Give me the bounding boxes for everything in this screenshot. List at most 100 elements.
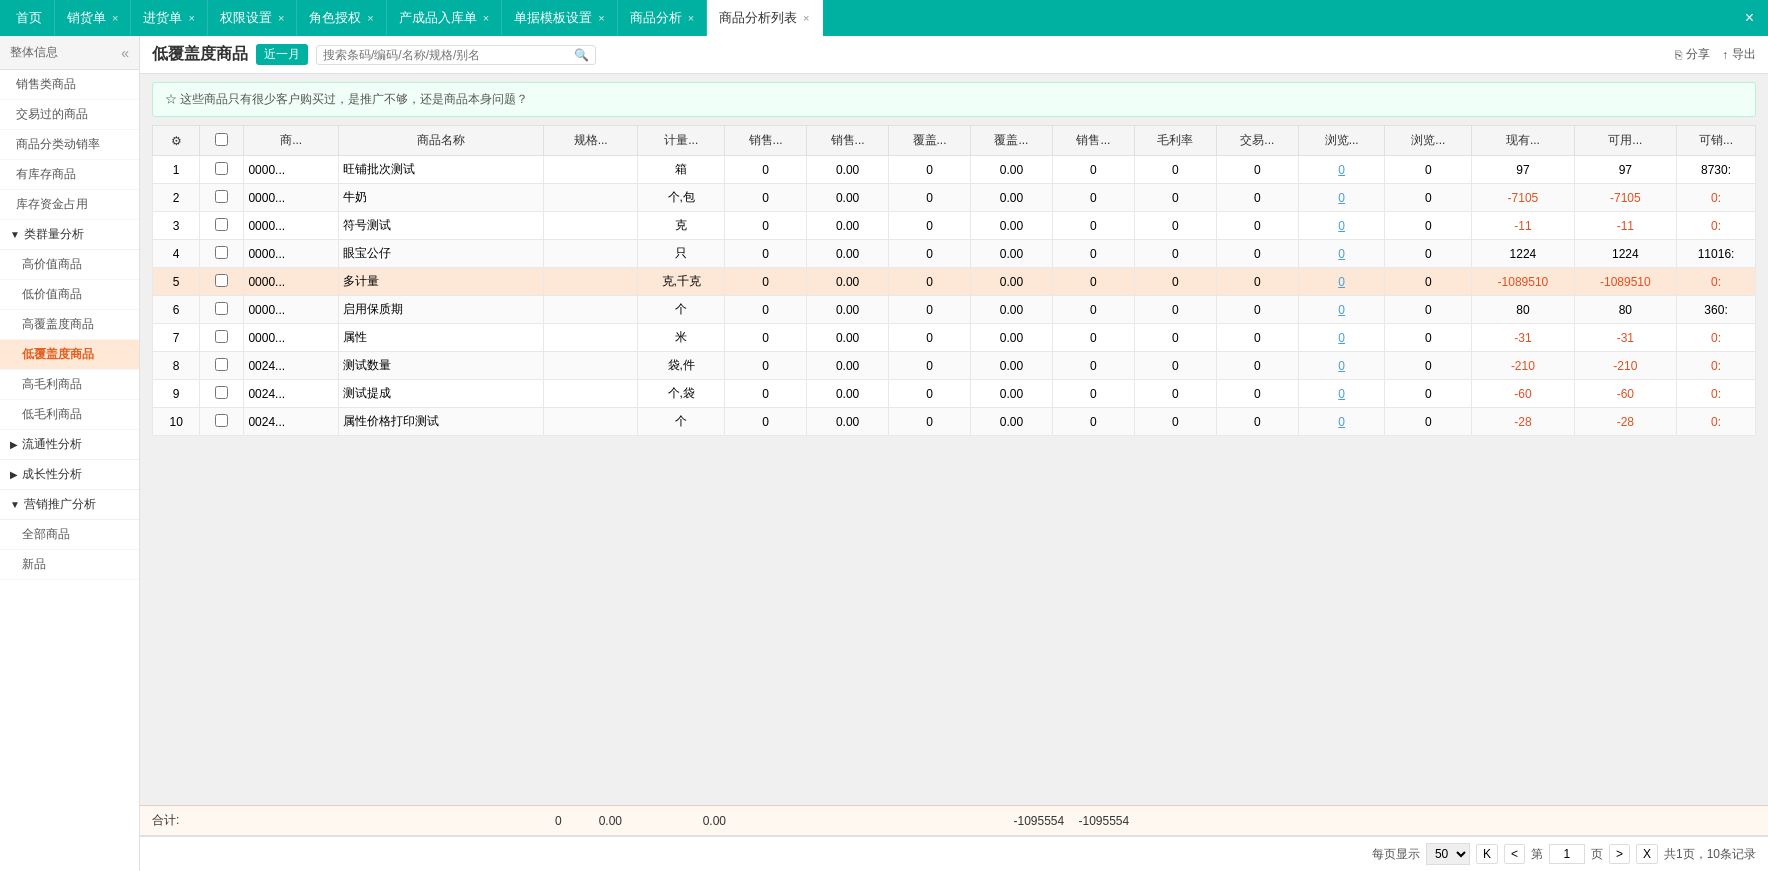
search-icon[interactable]: 🔍 — [574, 48, 589, 62]
cell-check[interactable] — [200, 380, 244, 408]
row-checkbox[interactable] — [215, 358, 228, 371]
data-table: ⚙ 商... 商品名称 规格... 计量... 销售... 销售... 覆盖..… — [152, 125, 1756, 436]
col-header-sales-num[interactable]: 销售... — [725, 126, 807, 156]
sidebar-group-marketing[interactable]: ▼ 营销推广分析 — [0, 490, 139, 520]
col-header-cov1[interactable]: 覆盖... — [889, 126, 971, 156]
col-header-cov2[interactable]: 覆盖... — [970, 126, 1052, 156]
col-header-settings[interactable]: ⚙ — [153, 126, 200, 156]
sidebar-item-traded-goods[interactable]: 交易过的商品 — [0, 100, 139, 130]
col-header-sales3[interactable]: 销售... — [1052, 126, 1134, 156]
nav-sales-order[interactable]: 销货单 × — [55, 0, 131, 36]
sidebar-group-growth[interactable]: ▶ 成长性分析 — [0, 460, 139, 490]
cell-avail: 0: — [1677, 212, 1756, 240]
nav-home[interactable]: 首页 — [4, 0, 55, 36]
sidebar-group-liquidity[interactable]: ▶ 流通性分析 — [0, 430, 139, 460]
col-header-sales-amt[interactable]: 销售... — [807, 126, 889, 156]
sidebar-collapse-button[interactable]: « — [121, 45, 129, 61]
nav-product-inbound[interactable]: 产成品入库单 × — [387, 0, 502, 36]
sidebar-item-new-goods[interactable]: 新品 — [0, 550, 139, 580]
nav-product-analysis[interactable]: 商品分析 × — [618, 0, 707, 36]
cell-browse1[interactable]: 0 — [1298, 408, 1385, 436]
cell-check[interactable] — [200, 352, 244, 380]
sidebar-item-low-coverage[interactable]: 低覆盖度商品 — [0, 340, 139, 370]
cell-browse1[interactable]: 0 — [1298, 184, 1385, 212]
col-header-curr2[interactable]: 可用... — [1574, 126, 1676, 156]
sidebar-item-all-goods[interactable]: 全部商品 — [0, 520, 139, 550]
nav-permission[interactable]: 权限设置 × — [208, 0, 297, 36]
col-header-browse2[interactable]: 浏览... — [1385, 126, 1472, 156]
sidebar-item-in-stock-goods[interactable]: 有库存商品 — [0, 160, 139, 190]
row-checkbox[interactable] — [215, 246, 228, 259]
sidebar-item-low-margin[interactable]: 低毛利商品 — [0, 400, 139, 430]
col-header-check[interactable] — [200, 126, 244, 156]
close-product-inbound-icon[interactable]: × — [483, 12, 489, 24]
col-header-code[interactable]: 商... — [244, 126, 339, 156]
page-number-input[interactable] — [1549, 844, 1585, 864]
close-all-tabs-button[interactable]: × — [1735, 9, 1764, 27]
col-header-unit[interactable]: 计量... — [638, 126, 725, 156]
close-sales-order-icon[interactable]: × — [112, 12, 118, 24]
row-checkbox[interactable] — [215, 218, 228, 231]
cell-browse1[interactable]: 0 — [1298, 324, 1385, 352]
row-checkbox[interactable] — [215, 330, 228, 343]
nav-purchase-order[interactable]: 进货单 × — [131, 0, 207, 36]
cell-browse1[interactable]: 0 — [1298, 380, 1385, 408]
period-button[interactable]: 近一月 — [256, 44, 308, 65]
sidebar-item-low-value[interactable]: 低价值商品 — [0, 280, 139, 310]
sidebar-item-high-value[interactable]: 高价值商品 — [0, 250, 139, 280]
per-page-select[interactable]: 50 — [1426, 843, 1470, 865]
last-page-button[interactable]: X — [1636, 844, 1658, 864]
cell-check[interactable] — [200, 408, 244, 436]
cell-check[interactable] — [200, 156, 244, 184]
first-page-button[interactable]: K — [1476, 844, 1498, 864]
close-role-auth-icon[interactable]: × — [367, 12, 373, 24]
sidebar-item-sales-goods[interactable]: 销售类商品 — [0, 70, 139, 100]
col-header-trans[interactable]: 交易... — [1216, 126, 1298, 156]
cell-check[interactable] — [200, 212, 244, 240]
nav-template-settings[interactable]: 单据模板设置 × — [502, 0, 617, 36]
cell-browse1[interactable]: 0 — [1298, 212, 1385, 240]
row-checkbox[interactable] — [215, 190, 228, 203]
cell-browse1[interactable]: 0 — [1298, 296, 1385, 324]
col-header-name[interactable]: 商品名称 — [338, 126, 543, 156]
col-header-browse1[interactable]: 浏览... — [1298, 126, 1385, 156]
col-header-spec[interactable]: 规格... — [543, 126, 638, 156]
row-checkbox[interactable] — [215, 302, 228, 315]
share-button[interactable]: ⎘ 分享 — [1675, 46, 1710, 63]
cell-browse1[interactable]: 0 — [1298, 352, 1385, 380]
row-checkbox[interactable] — [215, 274, 228, 287]
close-template-settings-icon[interactable]: × — [598, 12, 604, 24]
sidebar-item-category-sales-rate[interactable]: 商品分类动销率 — [0, 130, 139, 160]
col-header-gross[interactable]: 毛利率 — [1134, 126, 1216, 156]
nav-role-auth[interactable]: 角色授权 × — [297, 0, 386, 36]
cell-check[interactable] — [200, 296, 244, 324]
cell-check[interactable] — [200, 240, 244, 268]
close-product-analysis-list-icon[interactable]: × — [803, 12, 809, 24]
sidebar-item-high-coverage[interactable]: 高覆盖度商品 — [0, 310, 139, 340]
prev-page-button[interactable]: < — [1504, 844, 1525, 864]
cell-browse2: 0 — [1385, 408, 1472, 436]
row-checkbox[interactable] — [215, 414, 228, 427]
row-checkbox[interactable] — [215, 162, 228, 175]
sidebar-item-high-margin[interactable]: 高毛利商品 — [0, 370, 139, 400]
close-purchase-order-icon[interactable]: × — [188, 12, 194, 24]
cell-check[interactable] — [200, 184, 244, 212]
search-input[interactable] — [323, 48, 570, 62]
col-header-avail[interactable]: 可销... — [1677, 126, 1756, 156]
cell-check[interactable] — [200, 268, 244, 296]
close-product-analysis-icon[interactable]: × — [688, 12, 694, 24]
sidebar-group-cluster-analysis[interactable]: ▼ 类群量分析 — [0, 220, 139, 250]
cell-browse1[interactable]: 0 — [1298, 268, 1385, 296]
select-all-checkbox[interactable] — [215, 133, 228, 146]
export-button[interactable]: ↑ 导出 — [1722, 46, 1756, 63]
col-header-curr1[interactable]: 现有... — [1472, 126, 1574, 156]
nav-product-analysis-list[interactable]: 商品分析列表 × — [707, 0, 822, 36]
sidebar-item-stock-capital[interactable]: 库存资金占用 — [0, 190, 139, 220]
next-page-button[interactable]: > — [1609, 844, 1630, 864]
cell-browse1[interactable]: 0 — [1298, 156, 1385, 184]
close-permission-icon[interactable]: × — [278, 12, 284, 24]
cell-check[interactable] — [200, 324, 244, 352]
cell-browse1[interactable]: 0 — [1298, 240, 1385, 268]
row-checkbox[interactable] — [215, 386, 228, 399]
cell-avail: 360: — [1677, 296, 1756, 324]
